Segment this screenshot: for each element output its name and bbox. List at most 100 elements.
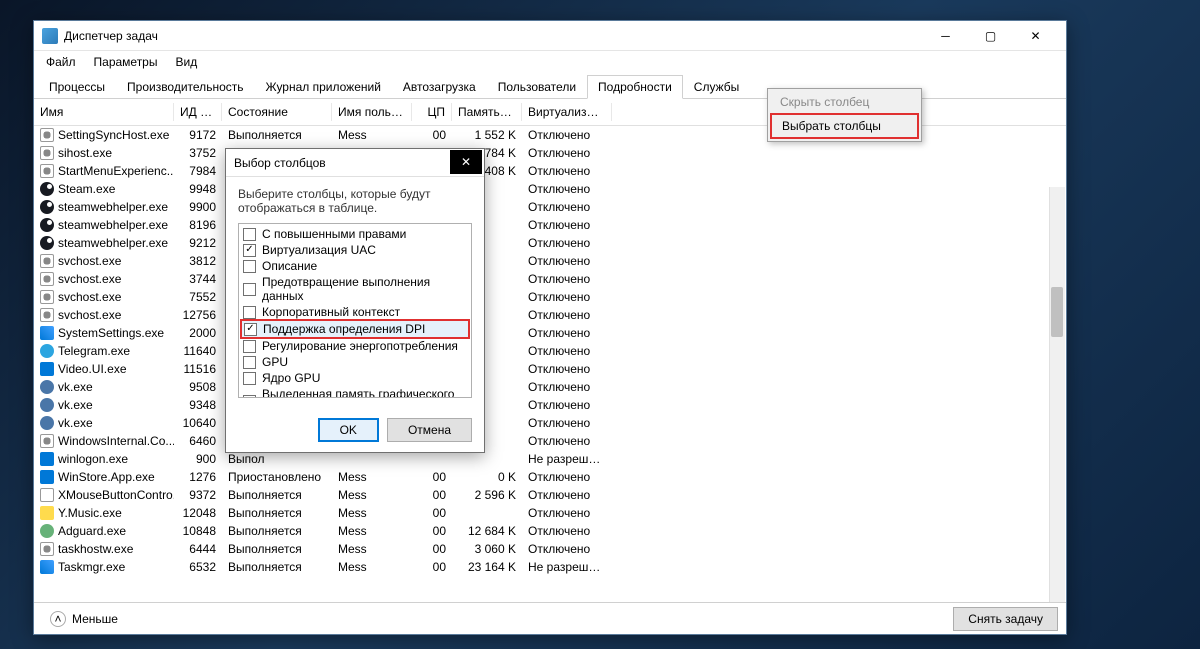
checkbox[interactable] — [243, 372, 256, 385]
column-option[interactable]: Выделенная память графического процессор… — [241, 386, 469, 398]
process-pid: 10848 — [174, 524, 222, 538]
column-option[interactable]: Корпоративный контекст — [241, 304, 469, 320]
close-button[interactable]: ✕ — [1013, 22, 1058, 50]
titlebar[interactable]: Диспетчер задач ─ ▢ ✕ — [34, 21, 1066, 51]
table-row[interactable]: StartMenuExperienc...7984ВыполняетсяMess… — [34, 162, 1066, 180]
table-row[interactable]: SystemSettings.exe2000ПриоОтключено — [34, 324, 1066, 342]
ok-button[interactable]: OK — [318, 418, 379, 442]
process-virt: Отключено — [522, 470, 612, 484]
process-virt: Отключено — [522, 254, 612, 268]
process-icon — [40, 452, 54, 466]
column-option[interactable]: Регулирование энергопотребления — [241, 338, 469, 354]
table-row[interactable]: Telegram.exe11640ВыполОтключено — [34, 342, 1066, 360]
table-row[interactable]: WinStore.App.exe1276ПриостановленоMess00… — [34, 468, 1066, 486]
col-mem[interactable]: Память (ак... — [452, 103, 522, 121]
column-option[interactable]: С повышенными правами — [241, 226, 469, 242]
tab-1[interactable]: Производительность — [116, 75, 254, 98]
table-row[interactable]: Adguard.exe10848ВыполняетсяMess0012 684 … — [34, 522, 1066, 540]
cancel-button[interactable]: Отмена — [387, 418, 472, 442]
minimize-button[interactable]: ─ — [923, 22, 968, 50]
dialog-titlebar[interactable]: Выбор столбцов ✕ — [226, 149, 484, 177]
checkbox[interactable] — [243, 283, 256, 296]
table-row[interactable]: vk.exe9348ВыполОтключено — [34, 396, 1066, 414]
content-area: Имя ИД п... Состояние Имя польз... ЦП Па… — [34, 99, 1066, 602]
process-icon — [40, 542, 54, 556]
col-pid[interactable]: ИД п... — [174, 103, 222, 121]
table-row[interactable]: Y.Music.exe12048ВыполняетсяMess00Отключе… — [34, 504, 1066, 522]
table-row[interactable]: Steam.exe9948ВыполОтключено — [34, 180, 1066, 198]
tab-5[interactable]: Подробности — [587, 75, 683, 99]
table-row[interactable]: Video.UI.exe11516ПриоОтключено — [34, 360, 1066, 378]
ctx-hide-column[interactable]: Скрыть столбец — [770, 91, 919, 113]
table-row[interactable]: Taskmgr.exe6532ВыполняетсяMess0023 164 K… — [34, 558, 1066, 576]
process-virt: Отключено — [522, 434, 612, 448]
col-state[interactable]: Состояние — [222, 103, 332, 121]
maximize-button[interactable]: ▢ — [968, 22, 1013, 50]
checkbox[interactable] — [243, 306, 256, 319]
tab-4[interactable]: Пользователи — [487, 75, 587, 98]
checkbox[interactable] — [243, 395, 256, 399]
dialog-close-button[interactable]: ✕ — [450, 150, 482, 174]
process-cpu: 00 — [412, 542, 452, 556]
table-row[interactable]: steamwebhelper.exe9212ВыполОтключено — [34, 234, 1066, 252]
process-icon — [40, 488, 54, 502]
dialog-title: Выбор столбцов — [234, 156, 450, 170]
tab-6[interactable]: Службы — [683, 75, 750, 98]
ctx-select-columns[interactable]: Выбрать столбцы — [770, 113, 919, 139]
menu-file[interactable]: Файл — [38, 53, 84, 71]
col-name[interactable]: Имя — [34, 103, 174, 121]
table-row[interactable]: svchost.exe3812ВыполОтключено — [34, 252, 1066, 270]
tab-0[interactable]: Процессы — [38, 75, 116, 98]
table-row[interactable]: XMouseButtonContro...9372ВыполняетсяMess… — [34, 486, 1066, 504]
column-option-label: Выделенная память графического процессор… — [262, 387, 467, 398]
process-icon — [40, 146, 54, 160]
column-option[interactable]: Описание — [241, 258, 469, 274]
process-name: svchost.exe — [58, 272, 121, 286]
process-virt: Не разрешено — [522, 452, 612, 466]
process-state: Выполняется — [222, 524, 332, 538]
scrollbar[interactable] — [1049, 187, 1065, 602]
end-task-button[interactable]: Снять задачу — [953, 607, 1058, 631]
process-list[interactable]: SettingSyncHost.exe9172ВыполняетсяMess00… — [34, 126, 1066, 602]
checkbox[interactable] — [243, 228, 256, 241]
checkbox[interactable] — [243, 244, 256, 257]
process-pid: 11640 — [174, 344, 222, 358]
table-row[interactable]: steamwebhelper.exe8196ВыполОтключено — [34, 216, 1066, 234]
tab-2[interactable]: Журнал приложений — [255, 75, 392, 98]
table-row[interactable]: vk.exe9508ВыполОтключено — [34, 378, 1066, 396]
col-cpu[interactable]: ЦП — [412, 103, 452, 121]
column-option[interactable]: Виртуализация UAC — [241, 242, 469, 258]
table-row[interactable]: vk.exe10640ВыполОтключено — [34, 414, 1066, 432]
table-row[interactable]: svchost.exe7552ВыполОтключено — [34, 288, 1066, 306]
table-row[interactable]: taskhostw.exe6444ВыполняетсяMess003 060 … — [34, 540, 1066, 558]
column-option[interactable]: GPU — [241, 354, 469, 370]
table-row[interactable]: WindowsInternal.Co...6460ВыполОтключено — [34, 432, 1066, 450]
table-row[interactable]: winlogon.exe900ВыполНе разрешено — [34, 450, 1066, 468]
checkbox[interactable] — [243, 356, 256, 369]
column-option-label: Регулирование энергопотребления — [262, 339, 458, 353]
fewer-details-button[interactable]: ˄ Меньше — [42, 607, 126, 631]
table-row[interactable]: svchost.exe12756ВыполОтключено — [34, 306, 1066, 324]
checkbox[interactable] — [244, 323, 257, 336]
menu-view[interactable]: Вид — [167, 53, 205, 71]
process-name: SettingSyncHost.exe — [58, 128, 169, 142]
column-checklist[interactable]: С повышенными правамиВиртуализация UACОп… — [238, 223, 472, 398]
process-name: Telegram.exe — [58, 344, 130, 358]
checkbox[interactable] — [243, 260, 256, 273]
menu-options[interactable]: Параметры — [86, 53, 166, 71]
col-virt[interactable]: Виртуализаци... — [522, 103, 612, 121]
process-state: Выполняется — [222, 560, 332, 574]
col-user[interactable]: Имя польз... — [332, 103, 412, 121]
table-row[interactable]: sihost.exe3752ВыполняетсяMess005 784 KОт… — [34, 144, 1066, 162]
table-row[interactable]: svchost.exe3744ВыполОтключено — [34, 270, 1066, 288]
checkbox[interactable] — [243, 340, 256, 353]
process-virt: Отключено — [522, 308, 612, 322]
column-option[interactable]: Поддержка определения DPI — [240, 319, 470, 339]
table-row[interactable]: steamwebhelper.exe9900ВыполОтключено — [34, 198, 1066, 216]
process-name: steamwebhelper.exe — [58, 218, 168, 232]
process-virt: Отключено — [522, 218, 612, 232]
process-name: WinStore.App.exe — [58, 470, 155, 484]
column-option[interactable]: Предотвращение выполнения данных — [241, 274, 469, 304]
column-option[interactable]: Ядро GPU — [241, 370, 469, 386]
tab-3[interactable]: Автозагрузка — [392, 75, 487, 98]
